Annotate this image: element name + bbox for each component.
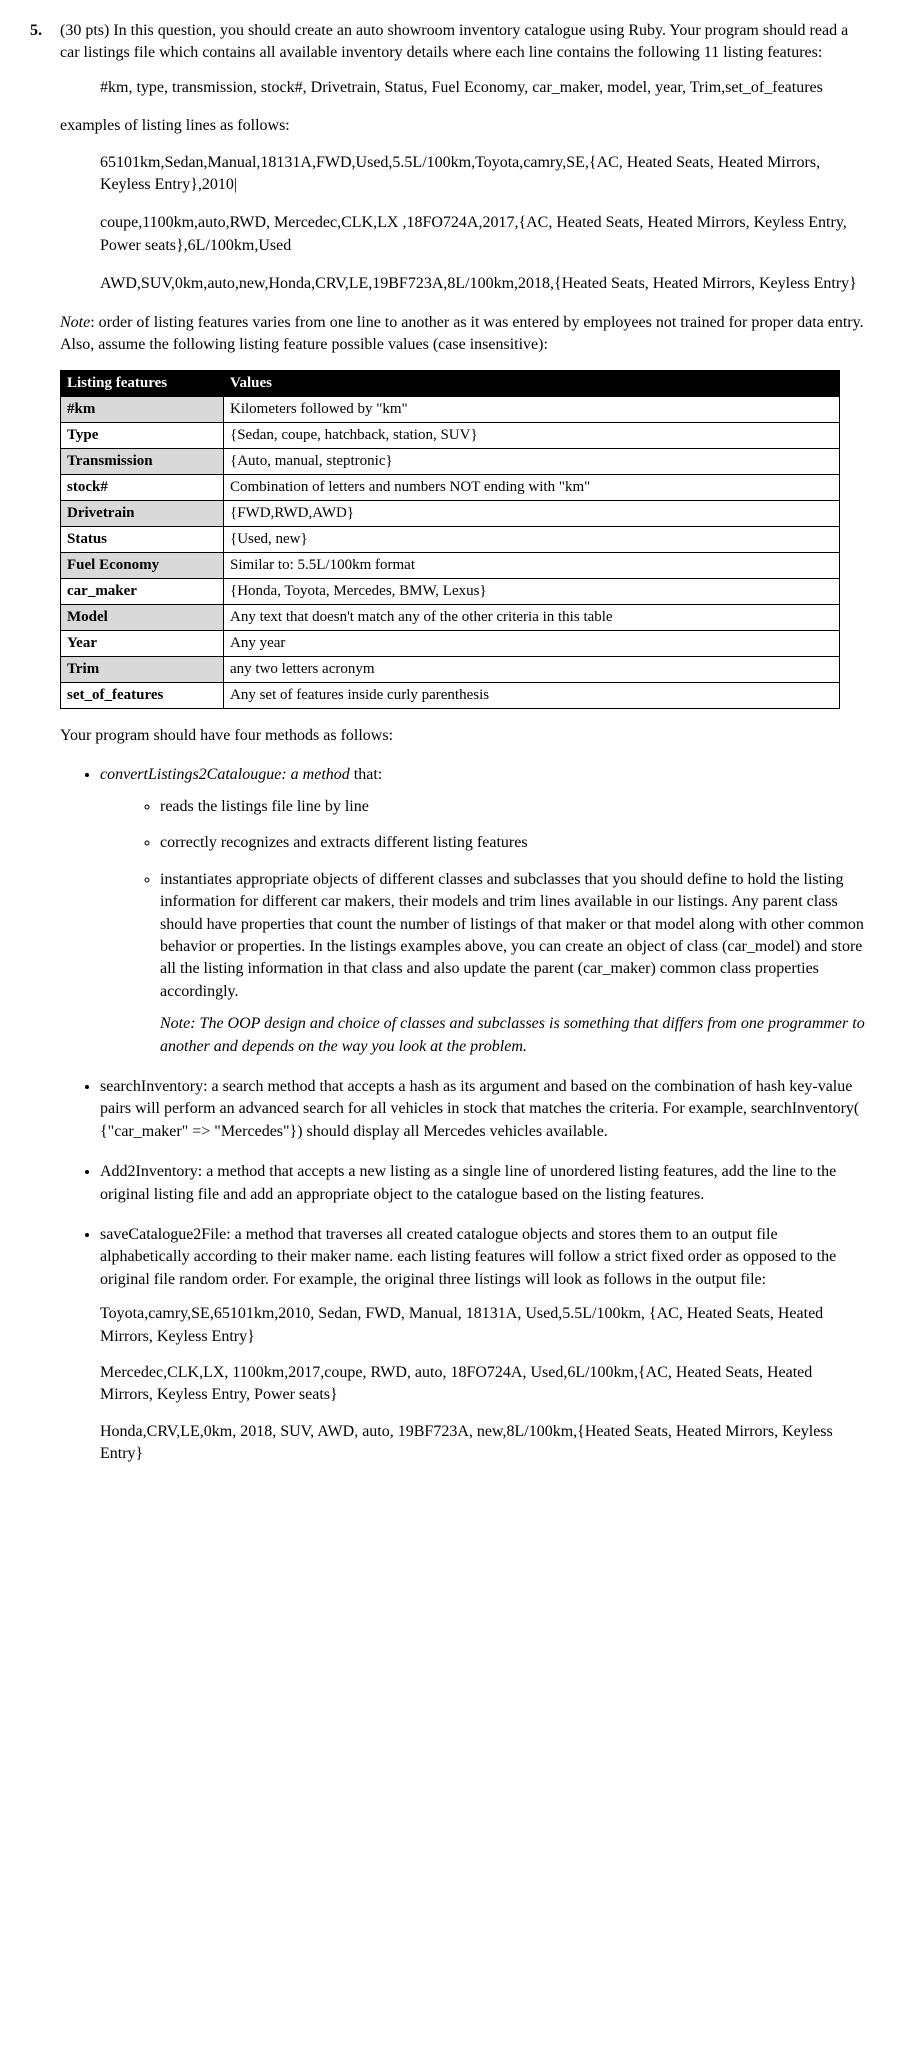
feature-cell: Model [61,605,224,631]
table-row: YearAny year [61,631,840,657]
feature-cell: Drivetrain [61,501,224,527]
value-cell: {Used, new} [224,527,840,553]
features-table: Listing features Values #kmKilometers fo… [60,370,840,709]
oop-note: Note: The OOP design and choice of class… [160,1013,868,1058]
feature-cell: Year [61,631,224,657]
output-example-3: Honda,CRV,LE,0km, 2018, SUV, AWD, auto, … [100,1421,868,1466]
table-row: ModelAny text that doesn't match any of … [61,605,840,631]
methods-intro: Your program should have four methods as… [60,725,868,747]
sub-item-1: reads the listings file line by line [160,796,868,818]
value-cell: Combination of letters and numbers NOT e… [224,475,840,501]
table-row: stock#Combination of letters and numbers… [61,475,840,501]
value-cell: {Auto, manual, steptronic} [224,449,840,475]
value-cell: {FWD,RWD,AWD} [224,501,840,527]
method-save: saveCatalogue2File: a method that traver… [100,1224,868,1466]
feature-cell: set_of_features [61,683,224,709]
methods-list: convertListings2Catalougue: a method tha… [80,764,868,1466]
feature-cell: stock# [61,475,224,501]
method-search: searchInventory: a search method that ac… [100,1076,868,1143]
value-cell: Any text that doesn't match any of the o… [224,605,840,631]
question-intro: (30 pts) In this question, you should cr… [60,20,868,65]
note-paragraph: Note: order of listing features varies f… [60,312,868,357]
table-row: Status{Used, new} [61,527,840,553]
output-examples: Toyota,camry,SE,65101km,2010, Sedan, FWD… [100,1303,868,1465]
question-header: 5. (30 pts) In this question, you should… [30,20,868,65]
example-listing-1: 65101km,Sedan,Manual,18131A,FWD,Used,5.5… [100,152,868,197]
value-cell: Any set of features inside curly parenth… [224,683,840,709]
method-convert-subs: reads the listings file line by line cor… [140,796,868,1058]
question-number: 5. [30,20,50,42]
method-convert-suffix: that: [350,766,382,783]
table-header-value: Values [224,371,840,397]
value-cell: Similar to: 5.5L/100km format [224,553,840,579]
value-cell: Any year [224,631,840,657]
output-example-2: Mercedec,CLK,LX, 1100km,2017,coupe, RWD,… [100,1362,868,1407]
table-row: Fuel EconomySimilar to: 5.5L/100km forma… [61,553,840,579]
table-row: Type{Sedan, coupe, hatchback, station, S… [61,423,840,449]
output-example-1: Toyota,camry,SE,65101km,2010, Sedan, FWD… [100,1303,868,1348]
example-listing-2: coupe,1100km,auto,RWD, Mercedec,CLK,LX ,… [100,212,868,257]
table-row: car_maker{Honda, Toyota, Mercedes, BMW, … [61,579,840,605]
feature-cell: Type [61,423,224,449]
method-convert: convertListings2Catalougue: a method tha… [100,764,868,1058]
feature-cell: Status [61,527,224,553]
sub-item-3: instantiates appropriate objects of diff… [160,869,868,1058]
table-row: set_of_featuresAny set of features insid… [61,683,840,709]
note-prefix: Note [60,314,90,331]
example-listing-3: AWD,SUV,0km,auto,new,Honda,CRV,LE,19BF72… [100,273,868,295]
feature-cell: #km [61,397,224,423]
table-row: Drivetrain{FWD,RWD,AWD} [61,501,840,527]
features-line: #km, type, transmission, stock#, Drivetr… [100,77,868,99]
table-row: #kmKilometers followed by "km" [61,397,840,423]
table-header-feature: Listing features [61,371,224,397]
feature-cell: Transmission [61,449,224,475]
examples-label: examples of listing lines as follows: [60,115,868,137]
sub-item-2: correctly recognizes and extracts differ… [160,832,868,854]
sub-item-3-text: instantiates appropriate objects of diff… [160,871,864,1000]
feature-cell: car_maker [61,579,224,605]
value-cell: {Honda, Toyota, Mercedes, BMW, Lexus} [224,579,840,605]
value-cell: {Sedan, coupe, hatchback, station, SUV} [224,423,840,449]
feature-cell: Fuel Economy [61,553,224,579]
feature-cell: Trim [61,657,224,683]
table-header-row: Listing features Values [61,371,840,397]
table-row: Transmission{Auto, manual, steptronic} [61,449,840,475]
value-cell: any two letters acronym [224,657,840,683]
method-convert-title: convertListings2Catalougue: a method [100,766,350,783]
method-save-body: saveCatalogue2File: a method that traver… [100,1226,836,1288]
table-row: Trimany two letters acronym [61,657,840,683]
method-add: Add2Inventory: a method that accepts a n… [100,1161,868,1206]
value-cell: Kilometers followed by "km" [224,397,840,423]
note-body: : order of listing features varies from … [60,314,864,353]
